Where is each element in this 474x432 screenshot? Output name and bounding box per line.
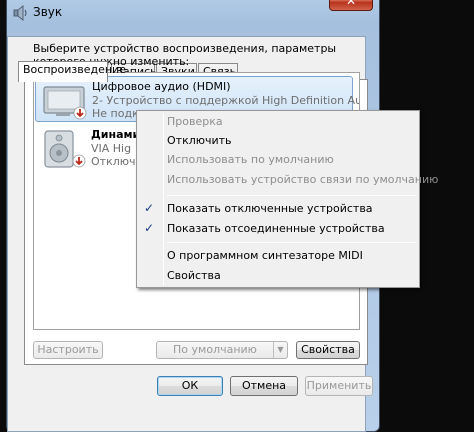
menu-item-set-default[interactable]: Использовать по умолчанию	[167, 153, 334, 166]
menu-item-set-default-comm[interactable]: Использовать устройство связи по умолчан…	[167, 173, 438, 186]
menu-item-label: Проверка	[167, 115, 223, 128]
menu-item-properties[interactable]: Свойства	[167, 269, 221, 282]
menu-item-label: Показать отключенные устройства	[167, 202, 373, 215]
menu-item-test[interactable]: Проверка	[167, 115, 223, 128]
menu-item-disable[interactable]: Отключить	[167, 134, 232, 147]
button-label: Применить	[306, 379, 372, 392]
menu-item-show-disabled[interactable]: Показать отключенные устройства	[167, 202, 373, 215]
menu-item-label: Использовать по умолчанию	[167, 153, 334, 166]
cancel-button[interactable]: Отмена	[230, 376, 298, 396]
window-title: Звук	[33, 5, 63, 19]
context-menu: Проверка Отключить Использовать по умолч…	[136, 110, 438, 288]
device-name: Динами	[91, 128, 141, 141]
dropdown-arrow-icon[interactable]: ▼	[273, 342, 287, 358]
menu-item-show-disconnected[interactable]: Показать отсоединенные устройства	[167, 222, 385, 235]
monitor-icon	[43, 86, 87, 120]
properties-button[interactable]: Свойства	[296, 341, 360, 359]
menu-item-label: Использовать устройство связи по умолчан…	[167, 173, 439, 186]
ok-button[interactable]: ОК	[157, 376, 223, 396]
device-description: 2- Устройство с поддержкой High Definiti…	[92, 94, 360, 107]
title-bar[interactable]: Звук	[7, 1, 379, 27]
menu-item-label: О программном синтезаторе MIDI	[167, 249, 363, 262]
tab-playback[interactable]: Воспроизведение	[18, 61, 126, 82]
device-name: Цифровое аудио (HDMI)	[92, 80, 231, 93]
button-label: Отмена	[241, 379, 287, 392]
apply-button[interactable]: Применить	[305, 376, 373, 396]
speaker-icon	[44, 130, 86, 168]
set-default-split-button[interactable]: По умолчанию ▼	[156, 341, 288, 359]
menu-gutter	[163, 113, 164, 285]
configure-button[interactable]: Настроить	[33, 341, 103, 359]
button-label: Свойства	[301, 343, 355, 356]
menu-item-label: Отключить	[167, 134, 232, 147]
button-label: ОК	[181, 379, 199, 392]
button-label: Настроить	[37, 343, 99, 356]
close-button[interactable]: ✕	[329, 0, 373, 11]
menu-separator	[167, 242, 416, 243]
checkmark-icon: ✓	[144, 221, 155, 235]
menu-item-label: Показать отсоединенные устройства	[167, 222, 385, 235]
tab-label: Воспроизведение	[23, 63, 126, 76]
device-status: Отключе	[91, 155, 143, 168]
button-label: По умолчанию	[173, 343, 257, 356]
menu-item-label: Свойства	[167, 269, 221, 282]
checkmark-icon: ✓	[144, 201, 155, 215]
close-icon: ✕	[345, 0, 357, 8]
menu-item-about-midi[interactable]: О программном синтезаторе MIDI	[167, 249, 363, 262]
menu-separator	[167, 195, 416, 196]
device-description: VIA Hig	[91, 142, 132, 155]
speaker-icon	[13, 5, 27, 21]
